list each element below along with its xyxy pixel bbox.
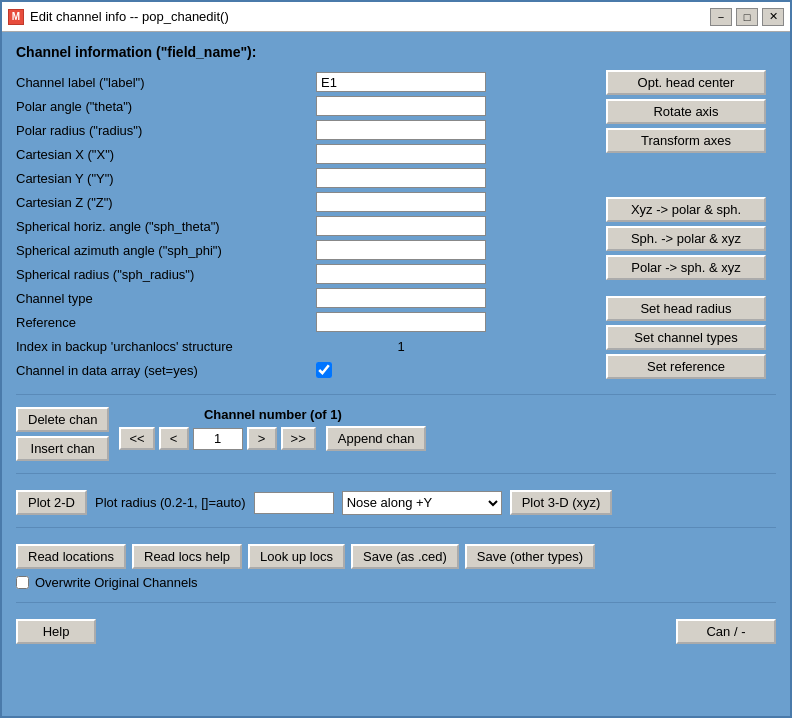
maximize-button[interactable]: □	[736, 8, 758, 26]
field-label-5: Cartesian Z ("Z")	[16, 195, 316, 210]
polar-to-sph-button[interactable]: Polar -> sph. & xyz	[606, 255, 766, 280]
input-sph-radius[interactable]	[316, 264, 486, 284]
nav-section: Channel number (of 1) << < > >> Append c…	[119, 407, 426, 451]
append-chan-button[interactable]: Append chan	[326, 426, 427, 451]
form-row-sph-theta: Spherical horiz. angle ("sph_theta")	[16, 214, 592, 238]
app-icon: M	[8, 9, 24, 25]
plot-3d-button[interactable]: Plot 3-D (xyz)	[510, 490, 613, 515]
input-theta[interactable]	[316, 96, 486, 116]
delete-insert-col: Delete chan Insert chan	[16, 407, 109, 461]
channel-number-title: Channel number (of 1)	[204, 407, 342, 422]
form-row-sph-radius: Spherical radius ("sph_radius")	[16, 262, 592, 286]
main-layout: Channel label ("label") Polar angle ("th…	[16, 70, 776, 382]
set-head-radius-button[interactable]: Set head radius	[606, 296, 766, 321]
set-channel-types-button[interactable]: Set channel types	[606, 325, 766, 350]
save-as-ced-button[interactable]: Save (as .ced)	[351, 544, 459, 569]
nose-select[interactable]: Nose along +Y Nose along +X Nose along -…	[342, 491, 502, 515]
field-label-1: Polar angle ("theta")	[16, 99, 316, 114]
input-y[interactable]	[316, 168, 486, 188]
field-label-10: Reference	[16, 315, 316, 330]
form-row-label: Channel label ("label")	[16, 70, 592, 94]
right-buttons-col: Opt. head center Rotate axis Transform a…	[606, 70, 776, 382]
nav-last-button[interactable]: >>	[281, 427, 316, 450]
input-z[interactable]	[316, 192, 486, 212]
nav-first-button[interactable]: <<	[119, 427, 154, 450]
form-row-sph-phi: Spherical azimuth angle ("sph_phi")	[16, 238, 592, 262]
field-label-9: Channel type	[16, 291, 316, 306]
form-row-z: Cartesian Z ("Z")	[16, 190, 592, 214]
field-label-11: Index in backup 'urchanlocs' structure	[16, 339, 316, 354]
title-buttons: − □ ✕	[710, 8, 784, 26]
plot-row: Plot 2-D Plot radius (0.2-1, []=auto) No…	[16, 490, 776, 515]
nav-next-button[interactable]: >	[247, 427, 277, 450]
read-locations-button[interactable]: Read locations	[16, 544, 126, 569]
footer-row: Help Can / -	[16, 619, 776, 644]
title-bar-left: M Edit channel info -- pop_chanedit()	[8, 9, 229, 25]
field-label-7: Spherical azimuth angle ("sph_phi")	[16, 243, 316, 258]
field-label-8: Spherical radius ("sph_radius")	[16, 267, 316, 282]
input-sph-theta[interactable]	[316, 216, 486, 236]
save-other-types-button[interactable]: Save (other types)	[465, 544, 595, 569]
divider-1	[16, 394, 776, 395]
plot-radius-label: Plot radius (0.2-1, []=auto)	[95, 495, 246, 510]
form-row-channel-type: Channel type	[16, 286, 592, 310]
read-locs-help-button[interactable]: Read locs help	[132, 544, 242, 569]
form-row-reference: Reference	[16, 310, 592, 334]
field-label-4: Cartesian Y ("Y")	[16, 171, 316, 186]
rotate-axis-button[interactable]: Rotate axis	[606, 99, 766, 124]
plot-radius-input[interactable]	[254, 492, 334, 514]
form-row-theta: Polar angle ("theta")	[16, 94, 592, 118]
input-label[interactable]	[316, 72, 486, 92]
xyz-to-polar-button[interactable]: Xyz -> polar & sph.	[606, 197, 766, 222]
set-reference-button[interactable]: Set reference	[606, 354, 766, 379]
delete-chan-button[interactable]: Delete chan	[16, 407, 109, 432]
field-label-2: Polar radius ("radius")	[16, 123, 316, 138]
channel-number-section: Delete chan Insert chan Channel number (…	[16, 407, 776, 461]
divider-3	[16, 527, 776, 528]
field-label-12: Channel in data array (set=yes)	[16, 363, 316, 378]
insert-chan-button[interactable]: Insert chan	[16, 436, 109, 461]
overwrite-checkbox[interactable]	[16, 576, 29, 589]
divider-4	[16, 602, 776, 603]
form-row-radius: Polar radius ("radius")	[16, 118, 592, 142]
bottom-buttons-row: Read locations Read locs help Look up lo…	[16, 544, 776, 569]
opt-head-center-button[interactable]: Opt. head center	[606, 70, 766, 95]
divider-2	[16, 473, 776, 474]
cancel-button[interactable]: Can / -	[676, 619, 776, 644]
minimize-button[interactable]: −	[710, 8, 732, 26]
input-channel-type[interactable]	[316, 288, 486, 308]
main-window: M Edit channel info -- pop_chanedit() − …	[0, 0, 792, 718]
overwrite-label: Overwrite Original Channels	[35, 575, 198, 590]
input-sph-phi[interactable]	[316, 240, 486, 260]
checkbox-channel-in-data[interactable]	[316, 362, 332, 378]
window-title: Edit channel info -- pop_chanedit()	[30, 9, 229, 24]
nav-prev-button[interactable]: <	[159, 427, 189, 450]
form-row-x: Cartesian X ("X")	[16, 142, 592, 166]
overwrite-row: Overwrite Original Channels	[16, 575, 776, 590]
form-row-index: Index in backup 'urchanlocs' structure 1	[16, 334, 592, 358]
field-label-3: Cartesian X ("X")	[16, 147, 316, 162]
form-area: Channel label ("label") Polar angle ("th…	[16, 70, 592, 382]
value-index: 1	[316, 339, 486, 354]
content-area: Channel information ("field_name"): Chan…	[2, 32, 790, 716]
help-button[interactable]: Help	[16, 619, 96, 644]
input-reference[interactable]	[316, 312, 486, 332]
input-radius[interactable]	[316, 120, 486, 140]
form-row-checkbox: Channel in data array (set=yes)	[16, 358, 592, 382]
channel-number-input[interactable]	[193, 428, 243, 450]
field-label-6: Spherical horiz. angle ("sph_theta")	[16, 219, 316, 234]
close-button[interactable]: ✕	[762, 8, 784, 26]
sph-to-polar-button[interactable]: Sph. -> polar & xyz	[606, 226, 766, 251]
input-x[interactable]	[316, 144, 486, 164]
transform-axes-button[interactable]: Transform axes	[606, 128, 766, 153]
look-up-locs-button[interactable]: Look up locs	[248, 544, 345, 569]
title-bar: M Edit channel info -- pop_chanedit() − …	[2, 2, 790, 32]
section-title: Channel information ("field_name"):	[16, 44, 776, 60]
nav-row: << < > >> Append chan	[119, 426, 426, 451]
form-row-y: Cartesian Y ("Y")	[16, 166, 592, 190]
field-label-0: Channel label ("label")	[16, 75, 316, 90]
plot-2d-button[interactable]: Plot 2-D	[16, 490, 87, 515]
